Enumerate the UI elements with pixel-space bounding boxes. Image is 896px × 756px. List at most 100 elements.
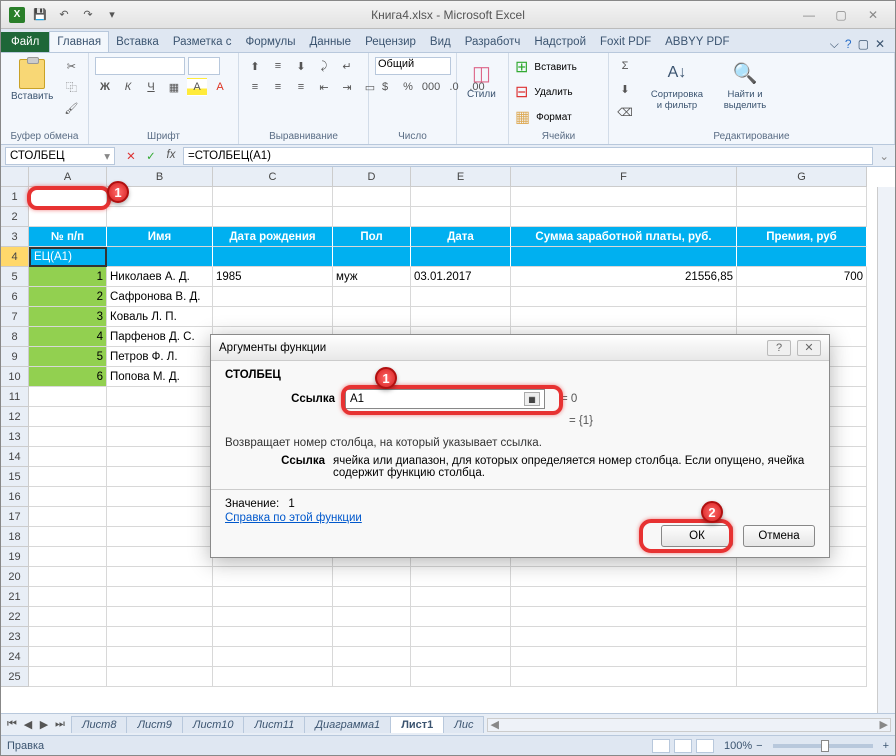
cell[interactable] xyxy=(29,547,107,567)
cell[interactable] xyxy=(411,307,511,327)
row-header-2[interactable]: 2 xyxy=(1,207,29,227)
cell[interactable]: Пол xyxy=(333,227,411,247)
cell[interactable] xyxy=(511,247,737,267)
cell[interactable]: Дата xyxy=(411,227,511,247)
col-header-F[interactable]: F xyxy=(511,167,737,187)
cell[interactable] xyxy=(411,627,511,647)
close-workbook-icon[interactable]: ✕ xyxy=(875,37,885,52)
cell[interactable] xyxy=(511,187,737,207)
qat-undo-icon[interactable]: ↶ xyxy=(55,6,73,24)
align-top-icon[interactable]: ⬆ xyxy=(245,57,265,75)
cell[interactable] xyxy=(333,187,411,207)
cell[interactable]: Имя xyxy=(107,227,213,247)
autosum-icon[interactable]: Σ xyxy=(615,57,635,75)
clear-icon[interactable]: ⌫ xyxy=(615,103,635,121)
cell[interactable]: Николаев А. Д. xyxy=(107,267,213,287)
row-header-4[interactable]: 4 xyxy=(1,247,29,267)
zoom-slider[interactable] xyxy=(773,744,873,748)
fill-icon[interactable]: ⬇ xyxy=(615,80,635,98)
formula-input[interactable]: =СТОЛБЕЦ(A1) xyxy=(183,147,873,165)
cell[interactable]: 4 xyxy=(29,327,107,347)
row-header-11[interactable]: 11 xyxy=(1,387,29,407)
tab-formulas[interactable]: Формулы xyxy=(238,32,302,52)
cell[interactable] xyxy=(29,427,107,447)
tab-view[interactable]: Вид xyxy=(423,32,458,52)
restore-window-icon[interactable]: ▢ xyxy=(858,37,869,52)
align-left-icon[interactable]: ≡ xyxy=(245,78,265,96)
cell[interactable] xyxy=(511,307,737,327)
cell[interactable] xyxy=(333,207,411,227)
file-tab[interactable]: Файл xyxy=(1,32,49,52)
sheet-tab[interactable]: Лист11 xyxy=(243,716,305,733)
cell[interactable] xyxy=(737,607,867,627)
cell[interactable] xyxy=(213,607,333,627)
cell[interactable] xyxy=(29,567,107,587)
sheet-tab[interactable]: Лист9 xyxy=(126,716,182,733)
cell[interactable] xyxy=(107,527,213,547)
font-size[interactable] xyxy=(188,57,220,75)
border-icon[interactable]: ▦ xyxy=(164,78,184,96)
sheet-tab[interactable]: Лист8 xyxy=(71,716,127,733)
cell[interactable]: 1 xyxy=(29,267,107,287)
cell[interactable] xyxy=(511,607,737,627)
underline-button[interactable]: Ч xyxy=(141,78,161,96)
cell[interactable] xyxy=(737,627,867,647)
qat-save-icon[interactable]: 💾 xyxy=(31,6,49,24)
cell[interactable] xyxy=(29,407,107,427)
cell[interactable] xyxy=(213,587,333,607)
cell[interactable] xyxy=(107,427,213,447)
row-header-12[interactable]: 12 xyxy=(1,407,29,427)
cell[interactable] xyxy=(107,587,213,607)
cell[interactable] xyxy=(333,667,411,687)
select-all-corner[interactable] xyxy=(1,167,29,187)
view-normal-icon[interactable] xyxy=(652,739,670,753)
row-header-9[interactable]: 9 xyxy=(1,347,29,367)
cell[interactable] xyxy=(213,287,333,307)
fx-icon[interactable]: fx xyxy=(163,149,179,163)
cell[interactable]: Парфенов Д. С. xyxy=(107,327,213,347)
cell[interactable]: № п/п xyxy=(29,227,107,247)
zoom-out-icon[interactable]: − xyxy=(756,740,762,752)
row-header-19[interactable]: 19 xyxy=(1,547,29,567)
cell[interactable] xyxy=(333,307,411,327)
cell[interactable] xyxy=(411,207,511,227)
indent-dec-icon[interactable]: ⇤ xyxy=(314,78,334,96)
percent-icon[interactable]: % xyxy=(398,78,418,96)
arg-input[interactable]: A1 ▦ xyxy=(345,389,545,409)
comma-icon[interactable]: 000 xyxy=(421,78,441,96)
styles-button[interactable]: ◫ Стили xyxy=(463,57,500,102)
cell[interactable] xyxy=(511,587,737,607)
cell[interactable] xyxy=(107,467,213,487)
row-header-23[interactable]: 23 xyxy=(1,627,29,647)
cell[interactable] xyxy=(333,607,411,627)
cell[interactable] xyxy=(737,287,867,307)
qat-customize-icon[interactable]: ▾ xyxy=(103,6,121,24)
cell[interactable] xyxy=(29,387,107,407)
help-icon[interactable]: ? xyxy=(845,37,852,52)
wrap-text-icon[interactable]: ↵ xyxy=(337,57,357,75)
row-header-5[interactable]: 5 xyxy=(1,267,29,287)
zoom-in-icon[interactable]: + xyxy=(883,740,889,752)
row-header-24[interactable]: 24 xyxy=(1,647,29,667)
cells-delete[interactable]: ⊟Удалить xyxy=(515,82,577,102)
cell[interactable]: 6 xyxy=(29,367,107,387)
bold-button[interactable]: Ж xyxy=(95,78,115,96)
sheet-tab[interactable]: Лист1 xyxy=(390,716,444,733)
tab-layout[interactable]: Разметка с xyxy=(166,32,239,52)
cell[interactable] xyxy=(213,247,333,267)
cell[interactable] xyxy=(107,507,213,527)
cells-insert[interactable]: ⊞Вставить xyxy=(515,57,577,77)
col-header-G[interactable]: G xyxy=(737,167,867,187)
format-painter-icon[interactable]: 🖌 xyxy=(61,99,81,117)
cell[interactable] xyxy=(29,527,107,547)
cell[interactable] xyxy=(511,567,737,587)
cell[interactable] xyxy=(737,667,867,687)
cell[interactable] xyxy=(213,667,333,687)
cell[interactable] xyxy=(213,567,333,587)
sheet-nav-last-icon[interactable]: ⏭ xyxy=(53,718,67,731)
row-header-21[interactable]: 21 xyxy=(1,587,29,607)
horizontal-scrollbar[interactable]: ◀ ▶ xyxy=(487,718,891,732)
cell[interactable] xyxy=(213,627,333,647)
cell[interactable] xyxy=(411,667,511,687)
cell[interactable] xyxy=(737,187,867,207)
